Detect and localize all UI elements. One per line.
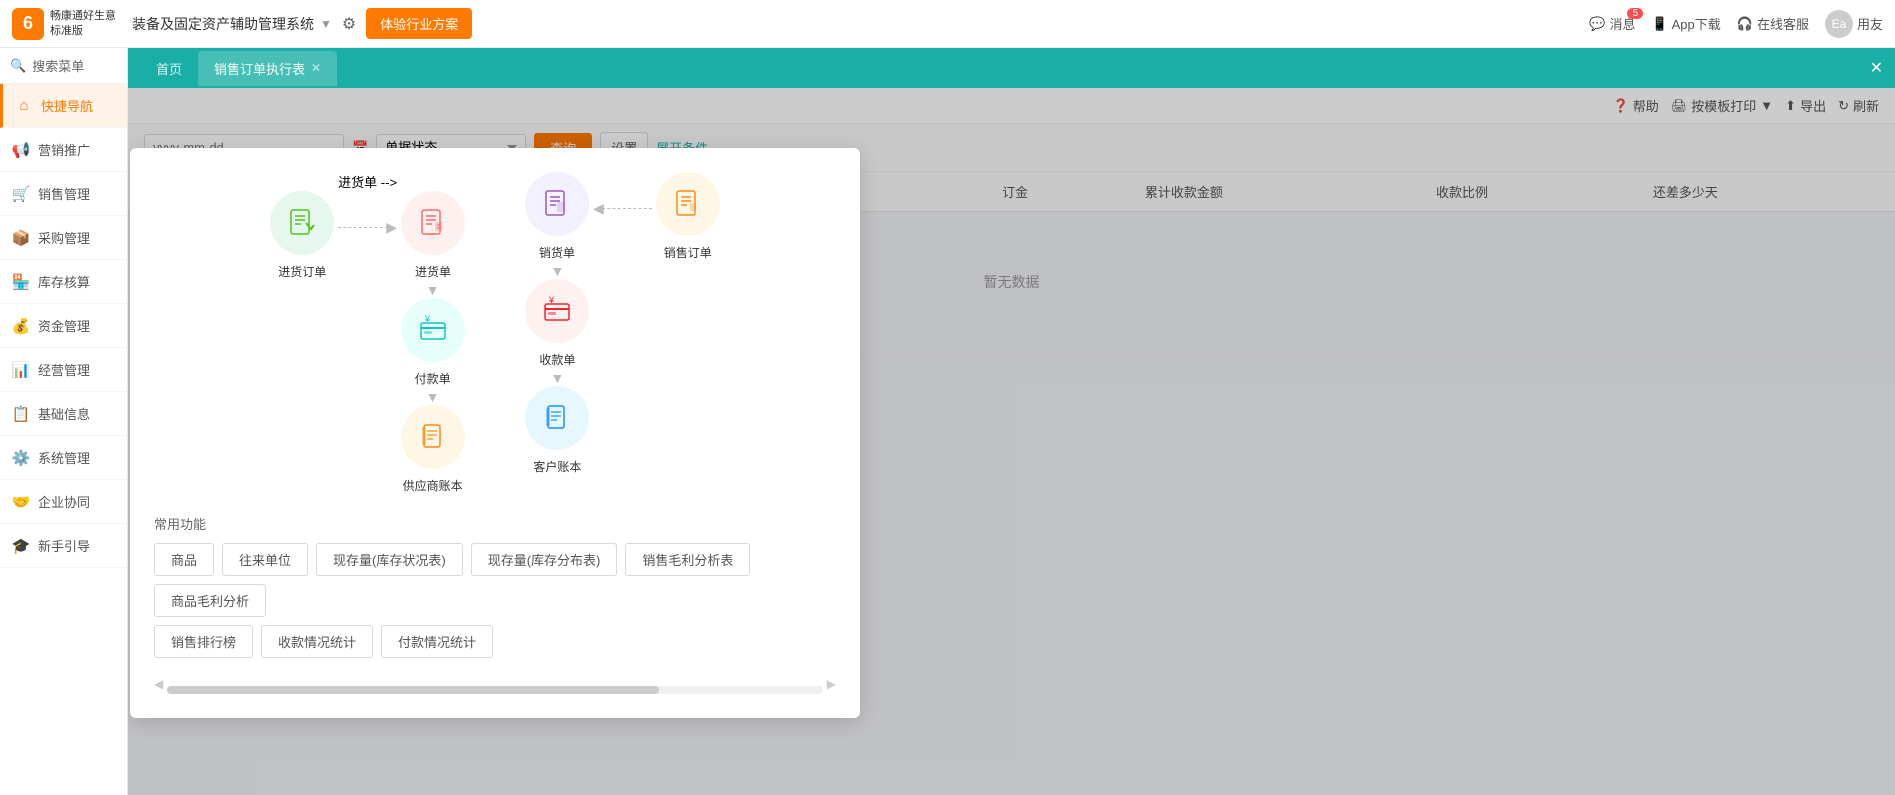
- common-btn-receipt-stats[interactable]: 收款情况统计: [261, 625, 373, 658]
- supplier-ledger-label: 供应商账本: [403, 477, 463, 494]
- sidebar-item-sys-mgmt[interactable]: ⚙️ 系统管理: [0, 436, 127, 480]
- sidebar-item-marketing[interactable]: 📢 营销推广: [0, 128, 127, 172]
- node-payment[interactable]: ¥ 付款单: [401, 298, 465, 387]
- common-btn-payment-stats[interactable]: 付款情况统计: [381, 625, 493, 658]
- scrollbar-thumb: [167, 686, 659, 694]
- flow-modal: 进货单 --> 进货订单: [130, 148, 860, 718]
- node-supplier-ledger[interactable]: 供应商账本: [401, 405, 465, 494]
- receipt-label: 收款单: [539, 351, 575, 368]
- common-btn-stock-dist[interactable]: 现存量(库存分布表): [471, 543, 618, 576]
- payment-icon: ¥: [401, 298, 465, 362]
- scroll-right-icon[interactable]: ▶: [827, 677, 836, 691]
- operations-icon: 📊: [12, 361, 30, 379]
- message-icon: 💬: [1589, 16, 1605, 32]
- sidebar-item-inventory[interactable]: 🏪 库存核算: [0, 260, 127, 304]
- purchase-order-label: 进货订单: [278, 263, 326, 280]
- service-icon: 🎧: [1737, 16, 1753, 32]
- common-btn-product[interactable]: 商品: [154, 543, 214, 576]
- common-functions-title: 常用功能: [154, 514, 836, 533]
- modal-scrollbar[interactable]: [167, 686, 823, 694]
- search-menu-button[interactable]: 🔍 搜索菜单: [0, 48, 127, 84]
- sidebar-item-finance[interactable]: 💰 资金管理: [0, 304, 127, 348]
- logo-text: 畅康通好生意 标准版: [50, 9, 116, 38]
- tab-bar-close-icon[interactable]: ✕: [1870, 58, 1883, 78]
- sales-icon: 🛒: [12, 185, 30, 203]
- sidebar: 🔍 搜索菜单 ⌂ 快捷导航 📢 营销推广 🛒 销售管理 📦 采购管理 🏪: [0, 48, 128, 795]
- newbie-icon: 🎓: [12, 537, 30, 555]
- gear-icon[interactable]: ⚙: [342, 14, 356, 34]
- purchase-order-icon: [270, 191, 334, 255]
- common-btn-product-profit[interactable]: 商品毛利分析: [154, 584, 266, 617]
- home-icon: ⌂: [15, 97, 33, 115]
- sidebar-item-sales[interactable]: 🛒 销售管理: [0, 172, 127, 216]
- message-button[interactable]: 💬 消息 5: [1589, 14, 1635, 33]
- sidebar-item-purchase[interactable]: 📦 采购管理: [0, 216, 127, 260]
- common-buttons-container: 商品 往来单位 现存量(库存状况表) 现存量(库存分布表) 销售毛利分析表 商品…: [154, 543, 836, 617]
- common-btn-counterpart[interactable]: 往来单位: [222, 543, 308, 576]
- online-service-button[interactable]: 🎧 在线客服: [1737, 14, 1809, 33]
- content-area: 首页 销售订单执行表 ✕ ✕ ❓ 帮助 🖨: [128, 48, 1895, 795]
- node-purchase-order[interactable]: 进货订单: [270, 191, 334, 280]
- sales-order-label: 销售订单: [664, 244, 712, 261]
- content-body: ❓ 帮助 🖨 按模板打印 ▼ ⬆ 导出 ↻ 刷新: [128, 88, 1895, 795]
- top-bar: 6 畅康通好生意 标准版 装备及固定资产辅助管理系统 ▼ ⚙ 体验行业方案 💬 …: [0, 0, 1895, 48]
- purchase-receipt-icon: [401, 191, 465, 255]
- receipt-icon: ¥: [525, 279, 589, 343]
- tab-bar: 首页 销售订单执行表 ✕ ✕: [128, 48, 1895, 88]
- node-purchase-receipt[interactable]: 进货单: [401, 191, 465, 280]
- finance-icon: 💰: [12, 317, 30, 335]
- modal-overlay: 进货单 --> 进货订单: [128, 88, 1895, 795]
- node-sales-order[interactable]: 销售订单: [656, 172, 720, 261]
- search-icon: 🔍: [10, 58, 26, 74]
- common-functions-section: 常用功能 商品 往来单位 现存量(库存状况表) 现存量(库存分布表) 销售毛利分…: [154, 514, 836, 658]
- avatar: Ea: [1825, 10, 1853, 38]
- common-btn-sales-ranking[interactable]: 销售排行榜: [154, 625, 253, 658]
- user-profile-button[interactable]: Ea 用友: [1825, 10, 1883, 38]
- purchase-icon: 📦: [12, 229, 30, 247]
- sidebar-item-newbie[interactable]: 🎓 新手引导: [0, 524, 127, 568]
- svg-text:¥: ¥: [424, 314, 431, 324]
- common-buttons-row2: 销售排行榜 收款情况统计 付款情况统计: [154, 625, 836, 658]
- node-sales-invoice[interactable]: 销货单: [525, 172, 589, 261]
- enterprise-icon: 🤝: [12, 493, 30, 511]
- purchase-receipt-label: 进货单: [415, 263, 451, 280]
- tab-home[interactable]: 首页: [140, 51, 198, 86]
- customer-ledger-label: 客户账本: [533, 458, 581, 475]
- logo-area: 6 畅康通好生意 标准版: [12, 8, 122, 40]
- scroll-left-icon[interactable]: ◀: [154, 677, 163, 691]
- common-btn-sales-profit[interactable]: 销售毛利分析表: [625, 543, 750, 576]
- marketing-icon: 📢: [12, 141, 30, 159]
- main-area: 🔍 搜索菜单 ⌂ 快捷导航 📢 营销推广 🛒 销售管理 📦 采购管理 🏪: [0, 48, 1895, 795]
- download-icon: 📱: [1651, 16, 1667, 32]
- system-dropdown-icon[interactable]: ▼: [320, 17, 332, 31]
- sysmgmt-icon: ⚙️: [12, 449, 30, 467]
- sales-invoice-icon: [525, 172, 589, 236]
- inventory-icon: 🏪: [12, 273, 30, 291]
- node-customer-ledger[interactable]: 客户账本: [525, 386, 589, 475]
- app-download-button[interactable]: 📱 App下载: [1651, 14, 1720, 33]
- experience-button[interactable]: 体验行业方案: [366, 8, 472, 39]
- customer-ledger-icon: [525, 386, 589, 450]
- sidebar-item-basic-info[interactable]: 📋 基础信息: [0, 392, 127, 436]
- basicinfo-icon: 📋: [12, 405, 30, 423]
- sidebar-item-enterprise[interactable]: 🤝 企业协同: [0, 480, 127, 524]
- payment-label: 付款单: [415, 370, 451, 387]
- tab-close-icon[interactable]: ✕: [311, 61, 321, 75]
- svg-text:¥: ¥: [548, 295, 555, 305]
- sales-order-icon: [656, 172, 720, 236]
- app-logo-icon: 6: [12, 8, 44, 40]
- sidebar-item-quick-nav[interactable]: ⌂ 快捷导航: [0, 84, 127, 128]
- app-container: 6 畅康通好生意 标准版 装备及固定资产辅助管理系统 ▼ ⚙ 体验行业方案 💬 …: [0, 0, 1895, 795]
- system-title: 装备及固定资产辅助管理系统 ▼: [132, 14, 332, 34]
- common-btn-stock-status[interactable]: 现存量(库存状况表): [316, 543, 463, 576]
- sidebar-item-operations[interactable]: 📊 经营管理: [0, 348, 127, 392]
- tab-sales-order-exec[interactable]: 销售订单执行表 ✕: [198, 51, 337, 86]
- supplier-ledger-icon: [401, 405, 465, 469]
- top-bar-right: 💬 消息 5 📱 App下载 🎧 在线客服 Ea 用友: [1589, 10, 1883, 38]
- message-badge: 5: [1627, 8, 1643, 19]
- sales-invoice-label: 销货单: [539, 244, 575, 261]
- node-receipt[interactable]: ¥ 收款单: [525, 279, 589, 368]
